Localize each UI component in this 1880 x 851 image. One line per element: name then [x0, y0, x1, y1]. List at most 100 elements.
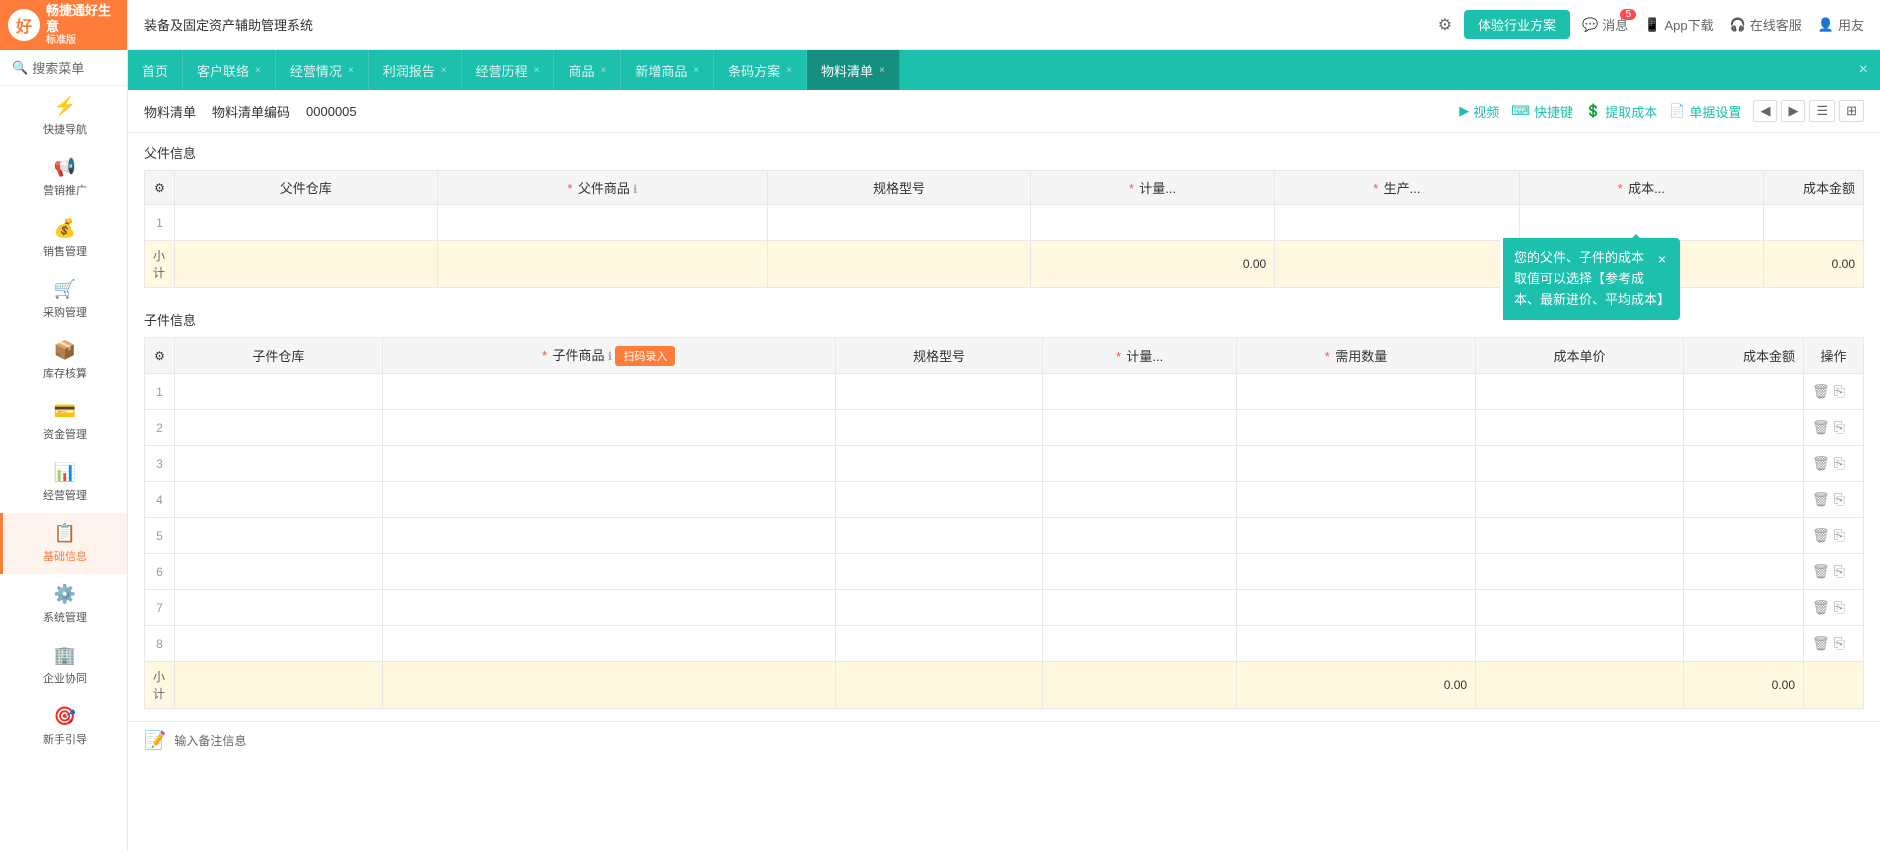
child-product-5[interactable] [382, 518, 835, 554]
child-quantity-1[interactable] [1236, 374, 1475, 410]
child-unit-8[interactable] [1043, 626, 1237, 662]
sidebar-item-guide[interactable]: 🎯 新手引导 [0, 696, 127, 757]
child-quantity-2[interactable] [1236, 410, 1475, 446]
trial-button[interactable]: 体验行业方案 [1464, 10, 1570, 39]
child-spec-2[interactable] [835, 410, 1043, 446]
child-unit-6[interactable] [1043, 554, 1237, 590]
child-unit-price-1[interactable] [1476, 374, 1684, 410]
tab-home[interactable]: 首页 [128, 50, 183, 90]
parent-warehouse-1[interactable] [175, 205, 438, 241]
child-spec-7[interactable] [835, 590, 1043, 626]
tab-customer[interactable]: 客户联络 × [183, 50, 276, 90]
child-warehouse-2[interactable] [175, 410, 383, 446]
tooltip-close-button[interactable]: × [1658, 248, 1666, 270]
child-unit-7[interactable] [1043, 590, 1237, 626]
parent-produce-1[interactable] [1275, 205, 1519, 241]
close-bom-tab-icon[interactable]: × [879, 65, 885, 76]
child-spec-1[interactable] [835, 374, 1043, 410]
child-product-1[interactable] [382, 374, 835, 410]
tab-goods[interactable]: 商品 × [554, 50, 621, 90]
tab-bom[interactable]: 物料清单 × [807, 50, 900, 90]
child-spec-5[interactable] [835, 518, 1043, 554]
sidebar-item-basics[interactable]: 📋 基础信息 [0, 513, 127, 574]
copy-icon-5[interactable]: ⎘ [1834, 527, 1845, 544]
child-unit-4[interactable] [1043, 482, 1237, 518]
expand-button[interactable]: ☰ [1809, 100, 1835, 122]
copy-icon-4[interactable]: ⎘ [1834, 491, 1845, 508]
child-unit-1[interactable] [1043, 374, 1237, 410]
app-download-action[interactable]: 📱 App下载 [1644, 15, 1713, 34]
child-spec-6[interactable] [835, 554, 1043, 590]
child-unit-price-8[interactable] [1476, 626, 1684, 662]
child-quantity-8[interactable] [1236, 626, 1475, 662]
child-warehouse-6[interactable] [175, 554, 383, 590]
settings-icon[interactable]: ⚙ [1438, 15, 1452, 35]
delete-icon-5[interactable]: 🗑 [1812, 527, 1830, 544]
delete-icon-1[interactable]: 🗑 [1812, 383, 1830, 400]
sidebar-item-marketing[interactable]: 📢 营销推广 [0, 147, 127, 208]
child-unit-3[interactable] [1043, 446, 1237, 482]
shortcut-action[interactable]: ⌨ 快捷键 [1511, 102, 1573, 121]
copy-icon-3[interactable]: ⎘ [1834, 455, 1845, 472]
delete-icon-2[interactable]: 🗑 [1812, 419, 1830, 436]
child-quantity-4[interactable] [1236, 482, 1475, 518]
child-product-2[interactable] [382, 410, 835, 446]
child-product-3[interactable] [382, 446, 835, 482]
sidebar-item-finance[interactable]: 💳 资金管理 [0, 391, 127, 452]
copy-icon-7[interactable]: ⎘ [1834, 599, 1845, 616]
settings-action[interactable]: 📄 单据设置 [1669, 102, 1741, 121]
child-unit-price-6[interactable] [1476, 554, 1684, 590]
view-action[interactable]: ▶ 视频 [1459, 102, 1499, 121]
next-button[interactable]: ▶ [1781, 100, 1805, 122]
close-profit-tab-icon[interactable]: × [441, 65, 447, 76]
delete-icon-4[interactable]: 🗑 [1812, 491, 1830, 508]
sidebar-item-quick-nav[interactable]: ⚡ 快捷导航 [0, 86, 127, 147]
child-product-7[interactable] [382, 590, 835, 626]
child-warehouse-7[interactable] [175, 590, 383, 626]
tab-barcode[interactable]: 条码方案 × [714, 50, 807, 90]
close-barcode-tab-icon[interactable]: × [786, 65, 792, 76]
cost-action[interactable]: 💲 提取成本 [1585, 102, 1657, 121]
grid-button[interactable]: ⊞ [1839, 100, 1864, 122]
child-warehouse-3[interactable] [175, 446, 383, 482]
child-warehouse-8[interactable] [175, 626, 383, 662]
close-history-tab-icon[interactable]: × [534, 65, 540, 76]
copy-icon-1[interactable]: ⎘ [1834, 383, 1845, 400]
child-product-8[interactable] [382, 626, 835, 662]
child-unit-5[interactable] [1043, 518, 1237, 554]
child-quantity-3[interactable] [1236, 446, 1475, 482]
child-product-4[interactable] [382, 482, 835, 518]
close-new-goods-tab-icon[interactable]: × [693, 65, 699, 76]
copy-icon-8[interactable]: ⎘ [1834, 635, 1845, 652]
sidebar-item-purchase[interactable]: 🛒 采购管理 [0, 269, 127, 330]
delete-icon-6[interactable]: 🗑 [1812, 563, 1830, 580]
child-warehouse-1[interactable] [175, 374, 383, 410]
child-spec-8[interactable] [835, 626, 1043, 662]
sidebar-item-system[interactable]: ⚙️ 系统管理 [0, 574, 127, 635]
child-spec-4[interactable] [835, 482, 1043, 518]
user-action[interactable]: 👤 用友 [1818, 15, 1864, 34]
child-unit-price-4[interactable] [1476, 482, 1684, 518]
tab-profit[interactable]: 利润报告 × [369, 50, 462, 90]
nav-close-all-button[interactable]: × [1847, 61, 1880, 79]
parent-unit-1[interactable] [1030, 205, 1274, 241]
sub-tab-bom-code[interactable]: 物料清单编码 [212, 102, 290, 121]
child-unit-price-3[interactable] [1476, 446, 1684, 482]
delete-icon-3[interactable]: 🗑 [1812, 455, 1830, 472]
close-customer-tab-icon[interactable]: × [255, 65, 261, 76]
delete-icon-8[interactable]: 🗑 [1812, 635, 1830, 652]
online-service-action[interactable]: 🎧 在线客服 [1730, 15, 1802, 34]
note-placeholder[interactable]: 输入备注信息 [174, 732, 246, 749]
tab-new-goods[interactable]: 新增商品 × [621, 50, 714, 90]
child-warehouse-5[interactable] [175, 518, 383, 554]
sidebar-item-inventory[interactable]: 📦 库存核算 [0, 330, 127, 391]
close-goods-tab-icon[interactable]: × [600, 65, 606, 76]
sidebar-item-enterprise[interactable]: 🏢 企业协同 [0, 635, 127, 696]
close-business-tab-icon[interactable]: × [348, 65, 354, 76]
tab-history[interactable]: 经营历程 × [462, 50, 555, 90]
parent-spec-1[interactable] [768, 205, 1031, 241]
child-th-settings[interactable]: ⚙ [145, 338, 175, 374]
child-unit-price-5[interactable] [1476, 518, 1684, 554]
child-unit-price-7[interactable] [1476, 590, 1684, 626]
delete-icon-7[interactable]: 🗑 [1812, 599, 1830, 616]
